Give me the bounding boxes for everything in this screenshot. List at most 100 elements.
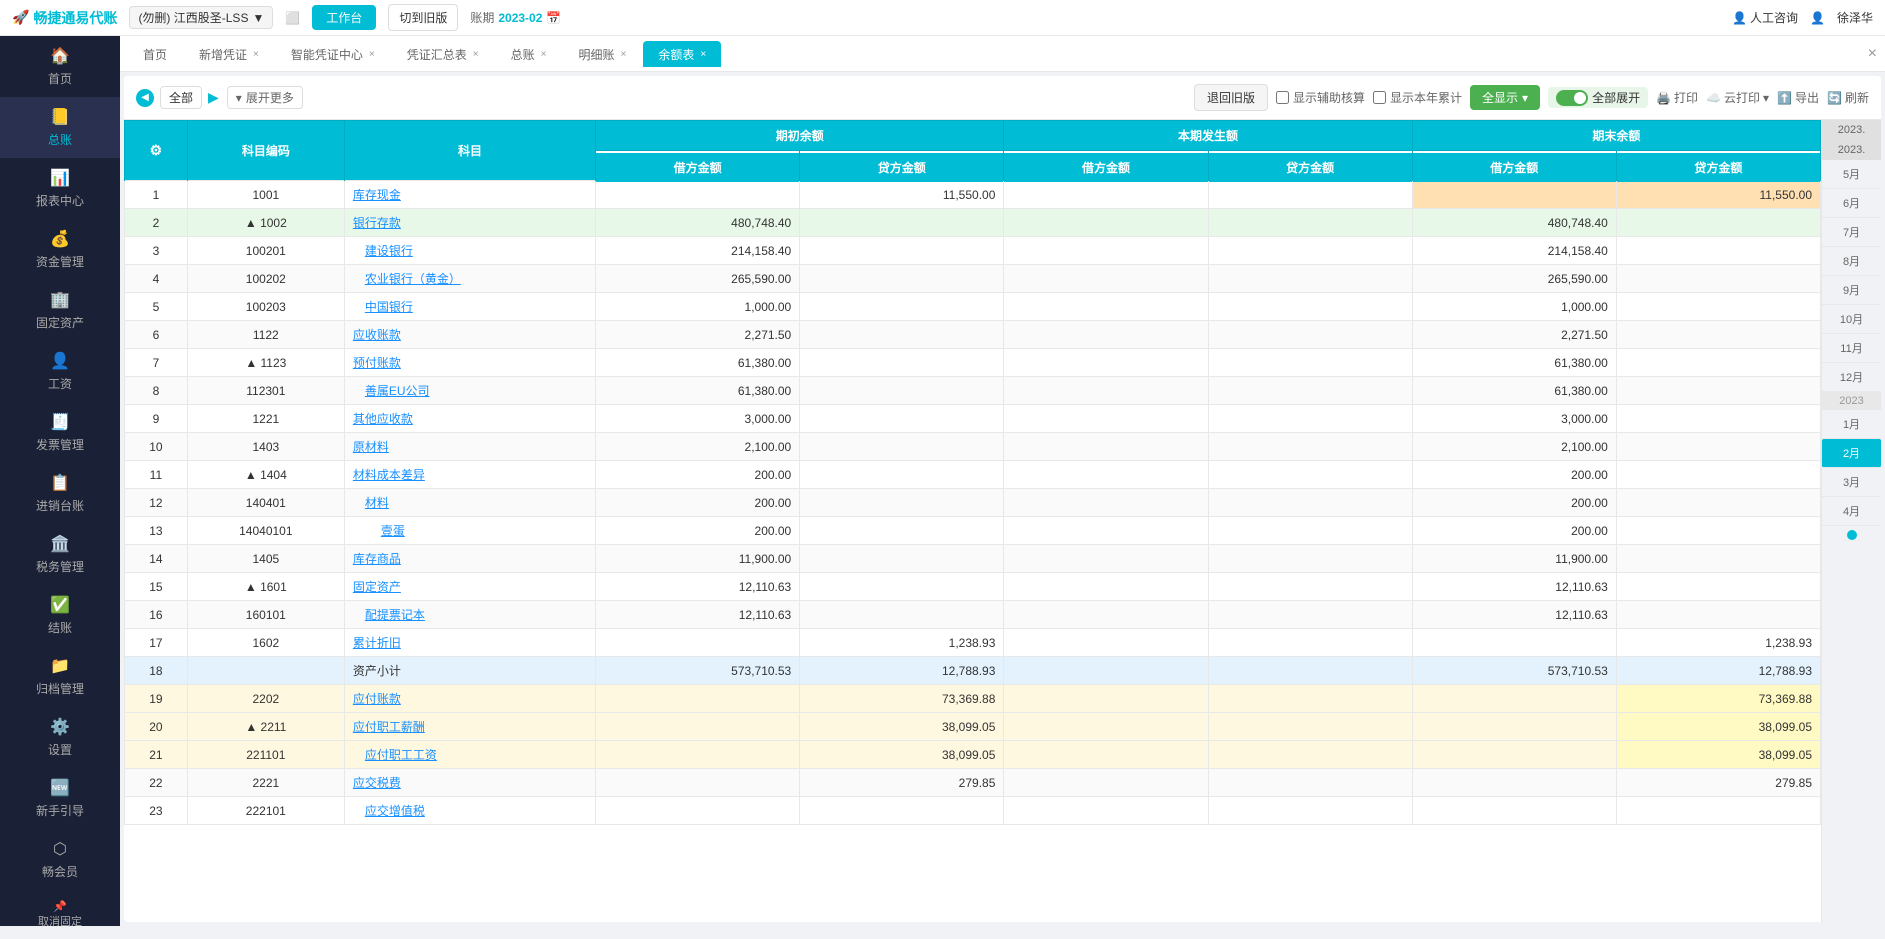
- customer-service[interactable]: 👤 人工咨询: [1732, 9, 1798, 26]
- tab-smart-center[interactable]: 智能凭证中心 ×: [276, 41, 390, 67]
- cell-name[interactable]: 库存现金: [344, 181, 595, 209]
- filter-badge[interactable]: ◀: [136, 89, 154, 107]
- cell-name[interactable]: 应付职工薪酬: [344, 713, 595, 741]
- right-panel-month-8[interactable]: 8月: [1822, 247, 1881, 276]
- sidebar-item-reports[interactable]: 📊 报表中心: [0, 158, 120, 219]
- tab-close-balance-table[interactable]: ×: [700, 49, 706, 60]
- sidebar-item-invoice[interactable]: 🧾 发票管理: [0, 402, 120, 463]
- cell-name[interactable]: 库存商品: [344, 545, 595, 573]
- refresh-button[interactable]: 🔄 刷新: [1827, 89, 1869, 106]
- cell-name[interactable]: 其他应收款: [344, 405, 595, 433]
- switch-version-button[interactable]: 切到旧版: [388, 4, 458, 31]
- right-panel-month-7[interactable]: 7月: [1822, 218, 1881, 247]
- ytd-checkbox-input[interactable]: [1373, 91, 1386, 104]
- cell-no: 19: [125, 685, 188, 713]
- tab-detail-account[interactable]: 明细账 ×: [563, 41, 641, 67]
- table-settings-icon[interactable]: ⚙: [150, 142, 163, 158]
- sidebar-item-purchase[interactable]: 📋 进销台账: [0, 463, 120, 524]
- pin-button[interactable]: 📌 取消固定: [38, 900, 82, 929]
- sidebar-item-assets[interactable]: 🏢 固定资产: [0, 280, 120, 341]
- tab-close-general-ledger[interactable]: ×: [541, 49, 547, 60]
- right-panel-month-6[interactable]: 6月: [1822, 189, 1881, 218]
- aux-checkbox-input[interactable]: [1276, 91, 1289, 104]
- cell-name[interactable]: 应付账款: [344, 685, 595, 713]
- cell-name[interactable]: 固定资产: [344, 573, 595, 601]
- sidebar-item-guide[interactable]: 🆕 新手引导: [0, 768, 120, 829]
- sidebar-item-salary[interactable]: 👤 工资: [0, 341, 120, 402]
- cell-no: 21: [125, 741, 188, 769]
- cell-name[interactable]: 建设银行: [344, 237, 595, 265]
- company-selector[interactable]: (勿删) 江西股圣-LSS ▼: [129, 6, 273, 29]
- th-settings[interactable]: ⚙: [125, 121, 188, 181]
- cloud-print-button[interactable]: ☁️ 云打印 ▾: [1706, 89, 1769, 106]
- cell-name[interactable]: 应收账款: [344, 321, 595, 349]
- cell-cp-credit: [1208, 741, 1412, 769]
- table-row: 13 14040101 壹蛋 200.00 200.00: [125, 517, 1821, 545]
- calendar-icon[interactable]: 📅: [546, 11, 561, 25]
- sidebar-item-archive[interactable]: 📁 归档管理: [0, 646, 120, 707]
- cell-name[interactable]: 银行存款: [344, 209, 595, 237]
- table-wrapper[interactable]: ⚙ 科目编码 科目 期初余额 本期发生额 期末余额 借方金额 贷方金额: [124, 120, 1821, 922]
- format-button[interactable]: 全显示 ▾: [1470, 85, 1540, 110]
- print-button[interactable]: 🖨️ 打印: [1656, 89, 1698, 106]
- right-panel-month-10[interactable]: 10月: [1822, 305, 1881, 334]
- cell-name[interactable]: 农业银行（黄金）: [344, 265, 595, 293]
- cell-name[interactable]: 壹蛋: [344, 517, 595, 545]
- show-aux-checkbox[interactable]: 显示辅助核算: [1276, 89, 1365, 106]
- copy-icon[interactable]: ⬜: [285, 11, 300, 25]
- cell-name[interactable]: 配提票记本: [344, 601, 595, 629]
- sidebar-item-settlement[interactable]: ✅ 结账: [0, 585, 120, 646]
- cell-cb-debit: 200.00: [1412, 517, 1616, 545]
- tab-close-voucher-summary[interactable]: ×: [473, 49, 479, 60]
- sidebar-item-settings[interactable]: ⚙️ 设置: [0, 707, 120, 768]
- user-avatar[interactable]: 👤: [1810, 11, 1825, 25]
- filter-arrow-icon[interactable]: ▶: [208, 89, 219, 106]
- sidebar-item-funds[interactable]: 💰 资金管理: [0, 219, 120, 280]
- cell-name[interactable]: 应付职工工资: [344, 741, 595, 769]
- export-button[interactable]: ⬆️ 导出: [1777, 89, 1819, 106]
- cell-name[interactable]: 应交增值税: [344, 797, 595, 825]
- cell-no: 15: [125, 573, 188, 601]
- tab-general-ledger[interactable]: 总账 ×: [496, 41, 562, 67]
- expand-more-button[interactable]: ▾ 展开更多: [227, 86, 303, 109]
- sidebar-label-assets: 固定资产: [36, 314, 84, 331]
- sidebar-item-tax[interactable]: 🏛️ 税务管理: [0, 524, 120, 585]
- toggle-switch[interactable]: [1556, 90, 1588, 106]
- right-panel-month-3[interactable]: 3月: [1822, 468, 1881, 497]
- right-panel-month-1[interactable]: 1月: [1822, 410, 1881, 439]
- sidebar-item-ledger[interactable]: 📒 总账: [0, 97, 120, 158]
- expand-all-label: 全部展开: [1592, 89, 1640, 106]
- right-panel-month-11[interactable]: 11月: [1822, 334, 1881, 363]
- right-panel-month-4[interactable]: 4月: [1822, 497, 1881, 526]
- tab-close-smart-center[interactable]: ×: [369, 49, 375, 60]
- sidebar-item-member[interactable]: ⬡ 畅会员: [0, 829, 120, 890]
- right-panel-month-12[interactable]: 12月: [1822, 363, 1881, 392]
- cell-no: 1: [125, 181, 188, 209]
- tab-close-new-voucher[interactable]: ×: [253, 49, 259, 60]
- cell-name[interactable]: 中国银行: [344, 293, 595, 321]
- cell-name[interactable]: 预付账款: [344, 349, 595, 377]
- expand-all-toggle[interactable]: 全部展开: [1548, 87, 1648, 108]
- cell-name[interactable]: 累计折旧: [344, 629, 595, 657]
- right-panel-month-9[interactable]: 9月: [1822, 276, 1881, 305]
- tab-new-voucher[interactable]: 新增凭证 ×: [184, 41, 274, 67]
- cell-no: 12: [125, 489, 188, 517]
- cell-name[interactable]: 材料: [344, 489, 595, 517]
- cell-name[interactable]: 应交税费: [344, 769, 595, 797]
- cell-name[interactable]: 材料成本差异: [344, 461, 595, 489]
- return-old-button[interactable]: 退回旧版: [1194, 84, 1268, 111]
- cell-ob-credit: [800, 349, 1004, 377]
- cell-name[interactable]: 原材料: [344, 433, 595, 461]
- show-ytd-checkbox[interactable]: 显示本年累计: [1373, 89, 1462, 106]
- workbench-button[interactable]: 工作台: [312, 5, 376, 30]
- tab-bar-close-button[interactable]: ×: [1868, 45, 1877, 63]
- tab-voucher-summary[interactable]: 凭证汇总表 ×: [392, 41, 494, 67]
- cell-name[interactable]: 善属EU公司: [344, 377, 595, 405]
- right-panel-month-2[interactable]: 2月: [1822, 439, 1881, 468]
- sidebar-item-home[interactable]: 🏠 首页: [0, 36, 120, 97]
- tab-close-detail-account[interactable]: ×: [620, 49, 626, 60]
- right-panel-month-5[interactable]: 5月: [1822, 160, 1881, 189]
- tab-home[interactable]: 首页: [128, 41, 182, 67]
- print-icon: 🖨️: [1656, 91, 1671, 105]
- tab-balance-table[interactable]: 余额表 ×: [643, 41, 721, 67]
